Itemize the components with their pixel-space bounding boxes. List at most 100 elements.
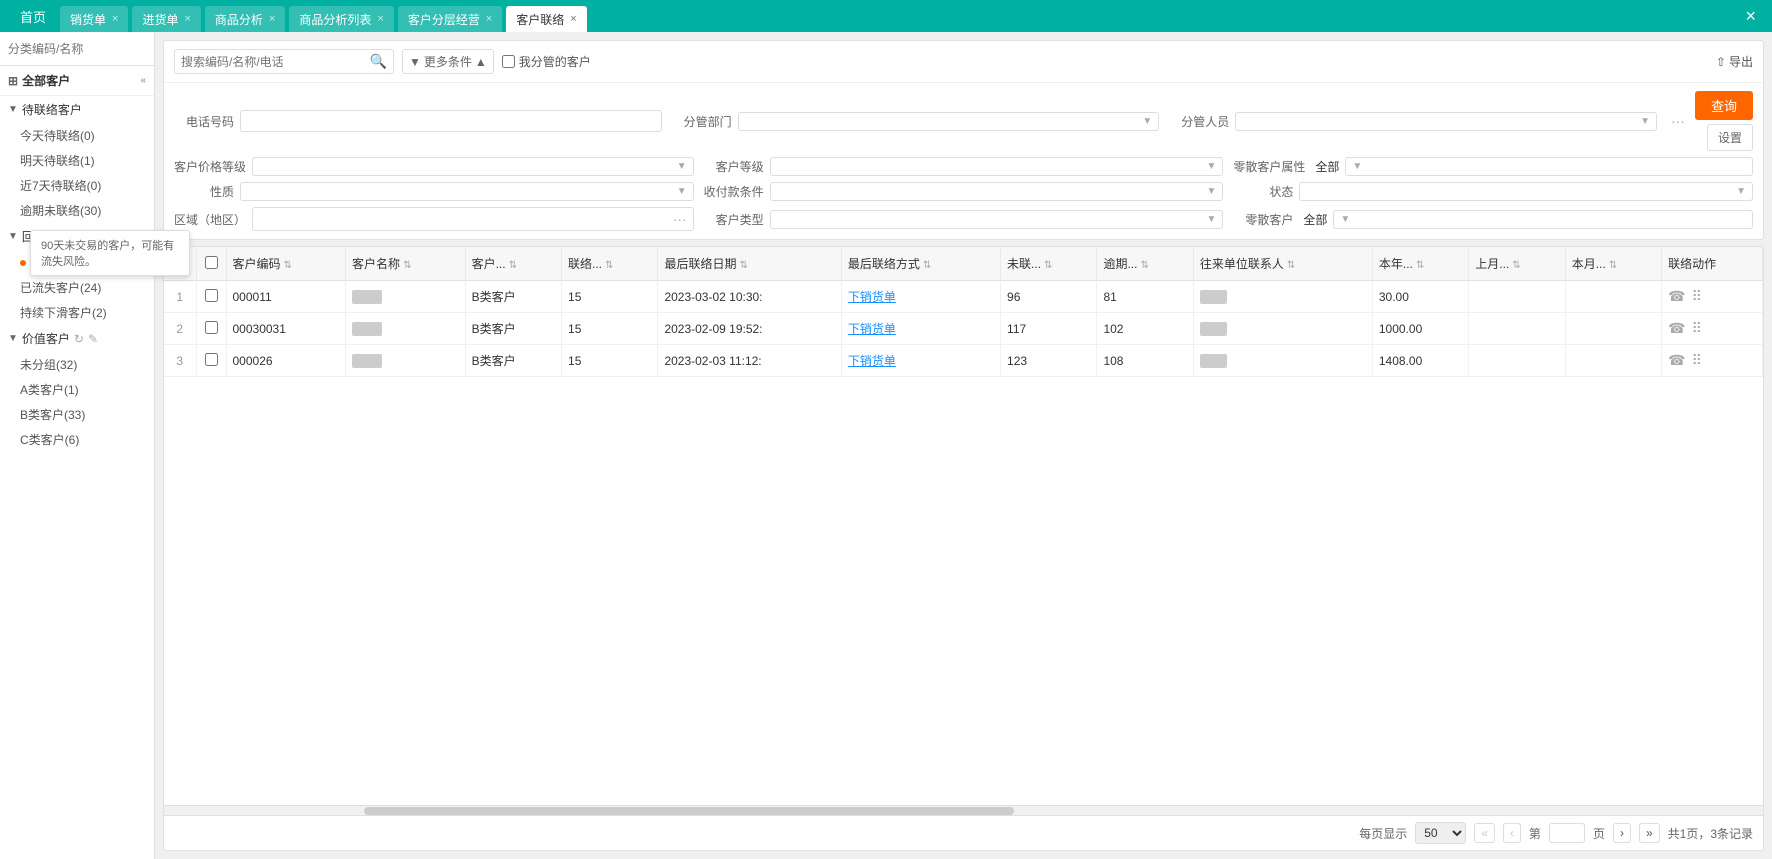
filter-field-phone: 电话号码 (174, 110, 662, 132)
customer-search-input[interactable] (181, 55, 366, 69)
sidebar-all-customers[interactable]: ⊞ 全部客户 « (0, 66, 154, 96)
sort-icon[interactable]: ⇅ (1512, 260, 1520, 271)
col-customer-type: 客户...⇅ (465, 247, 561, 281)
close-tab-purchase-order[interactable]: × (184, 13, 190, 25)
table-scroll-container[interactable]: ⚙ 客户编码⇅ 客户名称⇅ 客 (164, 247, 1763, 805)
close-tab-sales-order[interactable]: × (112, 13, 118, 25)
row-checkbox[interactable] (205, 353, 218, 366)
tab-purchase-order[interactable]: 进货单 × (132, 6, 200, 32)
edit-icon[interactable]: ✎ (88, 332, 98, 346)
payment-label: 收付款条件 (704, 183, 764, 200)
sidebar-item-overdue-pending[interactable]: 逾期未联络(30) (0, 198, 154, 223)
customer-type-select[interactable]: ▼ (770, 210, 1224, 229)
settings-button[interactable]: 设置 (1707, 124, 1753, 151)
sidebar-item-c-class[interactable]: C类客户(6) (0, 427, 154, 452)
prev-page-btn[interactable]: ‹ (1503, 823, 1521, 843)
close-tab-product-analysis-list[interactable]: × (377, 13, 383, 25)
sidebar-item-today-pending[interactable]: 今天待联络(0) (0, 123, 154, 148)
sidebar-item-declining[interactable]: 持续下滑客户(2) (0, 300, 154, 325)
next-page-btn[interactable]: › (1613, 823, 1631, 843)
row-checkbox[interactable] (205, 321, 218, 334)
sort-icon[interactable]: ⇅ (509, 260, 517, 271)
horizontal-scrollbar[interactable] (164, 805, 1763, 815)
sidebar-item-tomorrow-pending[interactable]: 明天待联络(1) (0, 148, 154, 173)
close-all-tabs[interactable]: × (1737, 6, 1764, 27)
sidebar-item-7days-pending[interactable]: 近7天待联络(0) (0, 173, 154, 198)
sort-icon[interactable]: ⇅ (739, 260, 747, 271)
tab-customer-tier[interactable]: 客户分层经营 × (398, 6, 502, 32)
tab-sales-order[interactable]: 销货单 × (60, 6, 128, 32)
tab-product-analysis-list[interactable]: 商品分析列表 × (289, 6, 393, 32)
more-action-icon[interactable]: ⠿ (1692, 352, 1702, 369)
sidebar-item-ungrouped[interactable]: 未分组(32) (0, 352, 154, 377)
manager-select[interactable]: ▼ (1235, 112, 1657, 131)
sidebar-item-churned[interactable]: 已流失客户(24) (0, 275, 154, 300)
sort-icon[interactable]: ⇅ (1287, 260, 1295, 271)
export-button[interactable]: ⇧ 导出 (1716, 53, 1753, 70)
tab-customer-contact[interactable]: 客户联络 × (506, 6, 586, 32)
more-action-icon[interactable]: ⠿ (1692, 288, 1702, 305)
sort-icon[interactable]: ⇅ (605, 260, 613, 271)
close-tab-product-analysis[interactable]: × (269, 13, 275, 25)
sort-icon[interactable]: ⇅ (1140, 260, 1148, 271)
sidebar-item-b-class[interactable]: B类客户(33) (0, 402, 154, 427)
chevron-down-icon: ▼ (1206, 186, 1216, 197)
sidebar-group-value[interactable]: ▼ 价值客户 ↻ ✎ (0, 325, 154, 352)
sidebar-item-a-class[interactable]: A类客户(1) (0, 377, 154, 402)
home-tab[interactable]: 首页 (8, 0, 58, 32)
sort-icon[interactable]: ⇅ (284, 260, 292, 271)
price-level-select[interactable]: ▼ (252, 157, 694, 176)
status-select[interactable]: ▼ (1299, 182, 1753, 201)
sort-icon[interactable]: ⇅ (1044, 260, 1052, 271)
current-page-input[interactable]: 1 (1549, 823, 1585, 843)
customer-level-select[interactable]: ▼ (770, 157, 1224, 176)
filter-rows: 电话号码 分管部门 ▼ 分管人员 ▼ (164, 83, 1763, 239)
select-all-checkbox[interactable] (205, 256, 218, 269)
zero-retail-select[interactable]: ▼ (1345, 157, 1753, 176)
item-label: B类客户(33) (20, 406, 85, 423)
page-size-select[interactable]: 50 100 (1415, 822, 1466, 844)
more-action-icon[interactable]: ⠿ (1692, 320, 1702, 337)
contact-method-link[interactable]: 下销货单 (848, 322, 896, 336)
sidebar-group-pending[interactable]: ▼ 待联络客户 (0, 96, 154, 123)
contact-method-link[interactable]: 下销货单 (848, 290, 896, 304)
region-more-icon[interactable]: ··· (673, 211, 687, 227)
phone-input[interactable] (240, 110, 662, 132)
my-customers-check[interactable] (502, 55, 515, 68)
search-submit-icon[interactable]: 🔍 (370, 53, 387, 70)
current-year-amount: 30.00 (1372, 281, 1468, 313)
first-page-btn[interactable]: « (1474, 823, 1495, 843)
sort-icon[interactable]: ⇅ (1416, 260, 1424, 271)
refresh-icon[interactable]: ↻ (74, 332, 84, 346)
scrollbar-thumb[interactable] (364, 807, 1014, 815)
current-month-amount (1565, 313, 1661, 345)
close-tab-customer-contact[interactable]: × (570, 13, 576, 25)
customer-code: 000026 (226, 345, 346, 377)
gender-select[interactable]: ▼ (240, 182, 694, 201)
my-customers-checkbox[interactable]: 我分管的客户 (502, 53, 591, 70)
zero-retail2-select[interactable]: ▼ (1333, 210, 1753, 229)
contact-method-link[interactable]: 下销货单 (848, 354, 896, 368)
item-label: 已流失客户(24) (20, 279, 101, 296)
contact-action-icon[interactable]: ☎ (1668, 352, 1685, 369)
last-page-btn[interactable]: » (1639, 823, 1660, 843)
department-select[interactable]: ▼ (738, 112, 1160, 131)
more-options-icon[interactable]: ··· (1671, 113, 1685, 129)
region-select[interactable]: ··· (252, 207, 694, 231)
review-tooltip: 90天未交易的客户，可能有流失风险。 (30, 230, 155, 276)
sort-icon[interactable]: ⇅ (923, 260, 931, 271)
contact-action-icon[interactable]: ☎ (1668, 320, 1685, 337)
customer-type: B类客户 (465, 281, 561, 313)
uncontacted-days: 123 (1001, 345, 1097, 377)
query-button[interactable]: 查询 (1695, 91, 1753, 120)
sort-icon[interactable]: ⇅ (1609, 260, 1617, 271)
zero-retail-value-label: 全部 (1315, 158, 1339, 175)
contact-action-icon[interactable]: ☎ (1668, 288, 1685, 305)
sidebar-search-input[interactable] (8, 42, 155, 56)
close-tab-customer-tier[interactable]: × (486, 13, 492, 25)
payment-select[interactable]: ▼ (770, 182, 1224, 201)
sort-icon[interactable]: ⇅ (403, 260, 411, 271)
row-checkbox[interactable] (205, 289, 218, 302)
tab-product-analysis[interactable]: 商品分析 × (205, 6, 285, 32)
more-conditions-btn[interactable]: ▼ 更多条件 ▲ (402, 49, 494, 74)
